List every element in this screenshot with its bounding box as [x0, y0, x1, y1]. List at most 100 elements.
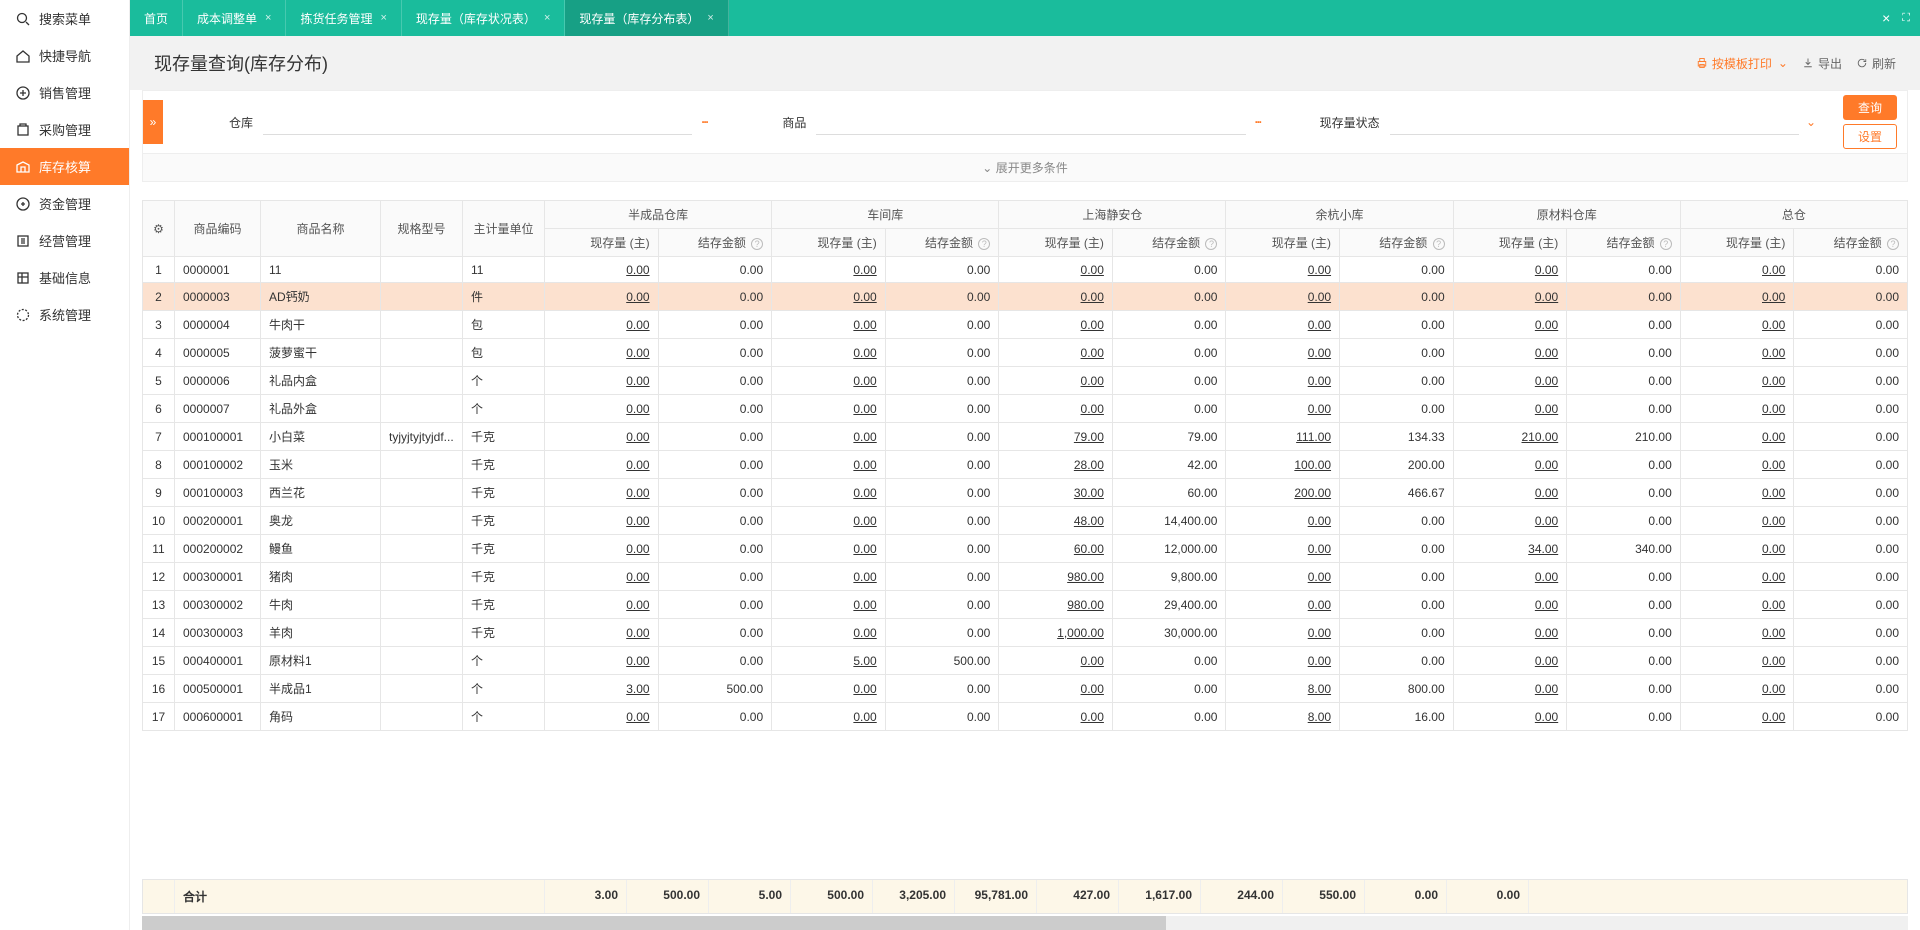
qty-cell[interactable]: 0.00: [545, 395, 659, 423]
settings-button[interactable]: 设置: [1843, 124, 1897, 149]
qty-cell[interactable]: 30.00: [999, 479, 1113, 507]
qty-cell[interactable]: 0.00: [1453, 703, 1567, 731]
help-icon[interactable]: ?: [751, 238, 763, 250]
qty-cell[interactable]: 0.00: [1226, 283, 1340, 311]
qty-cell[interactable]: 0.00: [1226, 367, 1340, 395]
qty-cell[interactable]: 0.00: [1680, 311, 1794, 339]
tabs-close-icon[interactable]: ×: [1882, 10, 1890, 26]
qty-cell[interactable]: 0.00: [1680, 563, 1794, 591]
qty-cell[interactable]: 0.00: [999, 675, 1113, 703]
qty-cell[interactable]: 210.00: [1453, 423, 1567, 451]
qty-cell[interactable]: 0.00: [1226, 563, 1340, 591]
qty-cell[interactable]: 0.00: [772, 339, 886, 367]
qty-cell[interactable]: 0.00: [999, 311, 1113, 339]
qty-cell[interactable]: 0.00: [1226, 647, 1340, 675]
table-row[interactable]: 9000100003西兰花千克0.000.000.000.0030.0060.0…: [143, 479, 1908, 507]
qty-cell[interactable]: 0.00: [1680, 591, 1794, 619]
product-picker-icon[interactable]: ···: [1246, 115, 1270, 129]
qty-cell[interactable]: 0.00: [545, 703, 659, 731]
tab-1[interactable]: 成本调整单×: [183, 0, 286, 36]
qty-cell[interactable]: 0.00: [772, 311, 886, 339]
qty-cell[interactable]: 0.00: [1680, 479, 1794, 507]
qty-cell[interactable]: 0.00: [1226, 339, 1340, 367]
qty-cell[interactable]: 0.00: [1680, 507, 1794, 535]
table-row[interactable]: 40000005菠萝蜜干包0.000.000.000.000.000.000.0…: [143, 339, 1908, 367]
qty-cell[interactable]: 0.00: [1680, 451, 1794, 479]
qty-cell[interactable]: 0.00: [1453, 647, 1567, 675]
qty-cell[interactable]: 34.00: [1453, 535, 1567, 563]
qty-cell[interactable]: 0.00: [545, 535, 659, 563]
qty-cell[interactable]: 0.00: [1453, 451, 1567, 479]
qty-cell[interactable]: 0.00: [1453, 283, 1567, 311]
sidebar-item-6[interactable]: 经营管理: [0, 222, 129, 259]
export-action[interactable]: 导出: [1802, 55, 1842, 72]
help-icon[interactable]: ?: [1205, 238, 1217, 250]
qty-cell[interactable]: 0.00: [545, 257, 659, 283]
table-row[interactable]: 20000003AD钙奶件0.000.000.000.000.000.000.0…: [143, 283, 1908, 311]
warehouse-input[interactable]: [263, 109, 692, 135]
status-chevron-icon[interactable]: ⌄: [1799, 115, 1823, 129]
table-row[interactable]: 11000200002鳗鱼千克0.000.000.000.0060.0012,0…: [143, 535, 1908, 563]
qty-cell[interactable]: 0.00: [1453, 367, 1567, 395]
qty-cell[interactable]: 0.00: [772, 451, 886, 479]
table-row[interactable]: 12000300001猪肉千克0.000.000.000.00980.009,8…: [143, 563, 1908, 591]
qty-cell[interactable]: 0.00: [545, 479, 659, 507]
horizontal-scrollbar[interactable]: [142, 916, 1908, 930]
qty-cell[interactable]: 3.00: [545, 675, 659, 703]
tabs-fullscreen-icon[interactable]: ⛶: [1902, 12, 1910, 25]
qty-cell[interactable]: 0.00: [772, 619, 886, 647]
collapse-handle[interactable]: »: [143, 100, 163, 144]
help-icon[interactable]: ?: [1660, 238, 1672, 250]
qty-cell[interactable]: 0.00: [1226, 395, 1340, 423]
refresh-action[interactable]: 刷新: [1856, 55, 1896, 72]
qty-cell[interactable]: 0.00: [1226, 257, 1340, 283]
table-row[interactable]: 14000300003羊肉千克0.000.000.000.001,000.003…: [143, 619, 1908, 647]
qty-cell[interactable]: 0.00: [999, 647, 1113, 675]
qty-cell[interactable]: 0.00: [1680, 395, 1794, 423]
table-row[interactable]: 8000100002玉米千克0.000.000.000.0028.0042.00…: [143, 451, 1908, 479]
qty-cell[interactable]: 0.00: [999, 367, 1113, 395]
qty-cell[interactable]: 0.00: [545, 647, 659, 675]
table-row[interactable]: 15000400001原材料1个0.000.005.00500.000.000.…: [143, 647, 1908, 675]
qty-cell[interactable]: 0.00: [1453, 563, 1567, 591]
qty-cell[interactable]: 0.00: [772, 507, 886, 535]
qty-cell[interactable]: 0.00: [1226, 619, 1340, 647]
qty-cell[interactable]: 0.00: [1226, 535, 1340, 563]
table-row[interactable]: 13000300002牛肉千克0.000.000.000.00980.0029,…: [143, 591, 1908, 619]
qty-cell[interactable]: 0.00: [1453, 479, 1567, 507]
qty-cell[interactable]: 0.00: [772, 423, 886, 451]
status-input[interactable]: [1390, 109, 1799, 135]
tab-0[interactable]: 首页: [130, 0, 183, 36]
qty-cell[interactable]: 0.00: [772, 535, 886, 563]
qty-cell[interactable]: 0.00: [999, 703, 1113, 731]
qty-cell[interactable]: 48.00: [999, 507, 1113, 535]
sidebar-item-0[interactable]: 搜索菜单: [0, 0, 129, 37]
qty-cell[interactable]: 0.00: [1453, 339, 1567, 367]
qty-cell[interactable]: 1,000.00: [999, 619, 1113, 647]
scrollbar-thumb[interactable]: [142, 916, 1166, 930]
qty-cell[interactable]: 8.00: [1226, 675, 1340, 703]
qty-cell[interactable]: 0.00: [772, 367, 886, 395]
tab-close-icon[interactable]: ×: [380, 12, 386, 24]
expand-conditions[interactable]: ⌄ 展开更多条件: [142, 154, 1908, 182]
sidebar-item-5[interactable]: 资金管理: [0, 185, 129, 222]
table-row[interactable]: 16000500001半成品1个3.00500.000.000.000.000.…: [143, 675, 1908, 703]
qty-cell[interactable]: 0.00: [1453, 675, 1567, 703]
print-action[interactable]: 按模板打印 ⌄: [1696, 55, 1788, 72]
qty-cell[interactable]: 5.00: [772, 647, 886, 675]
qty-cell[interactable]: 0.00: [999, 283, 1113, 311]
qty-cell[interactable]: 0.00: [1680, 339, 1794, 367]
qty-cell[interactable]: 0.00: [1453, 257, 1567, 283]
qty-cell[interactable]: 0.00: [545, 563, 659, 591]
qty-cell[interactable]: 0.00: [1680, 619, 1794, 647]
qty-cell[interactable]: 0.00: [1226, 311, 1340, 339]
qty-cell[interactable]: 0.00: [772, 257, 886, 283]
help-icon[interactable]: ?: [978, 238, 990, 250]
qty-cell[interactable]: 0.00: [545, 339, 659, 367]
qty-cell[interactable]: 0.00: [545, 283, 659, 311]
tab-4[interactable]: 现存量（库存分布表）×: [565, 0, 728, 36]
qty-cell[interactable]: 0.00: [772, 479, 886, 507]
qty-cell[interactable]: 0.00: [1680, 647, 1794, 675]
qty-cell[interactable]: 0.00: [999, 257, 1113, 283]
sidebar-item-1[interactable]: 快捷导航: [0, 37, 129, 74]
